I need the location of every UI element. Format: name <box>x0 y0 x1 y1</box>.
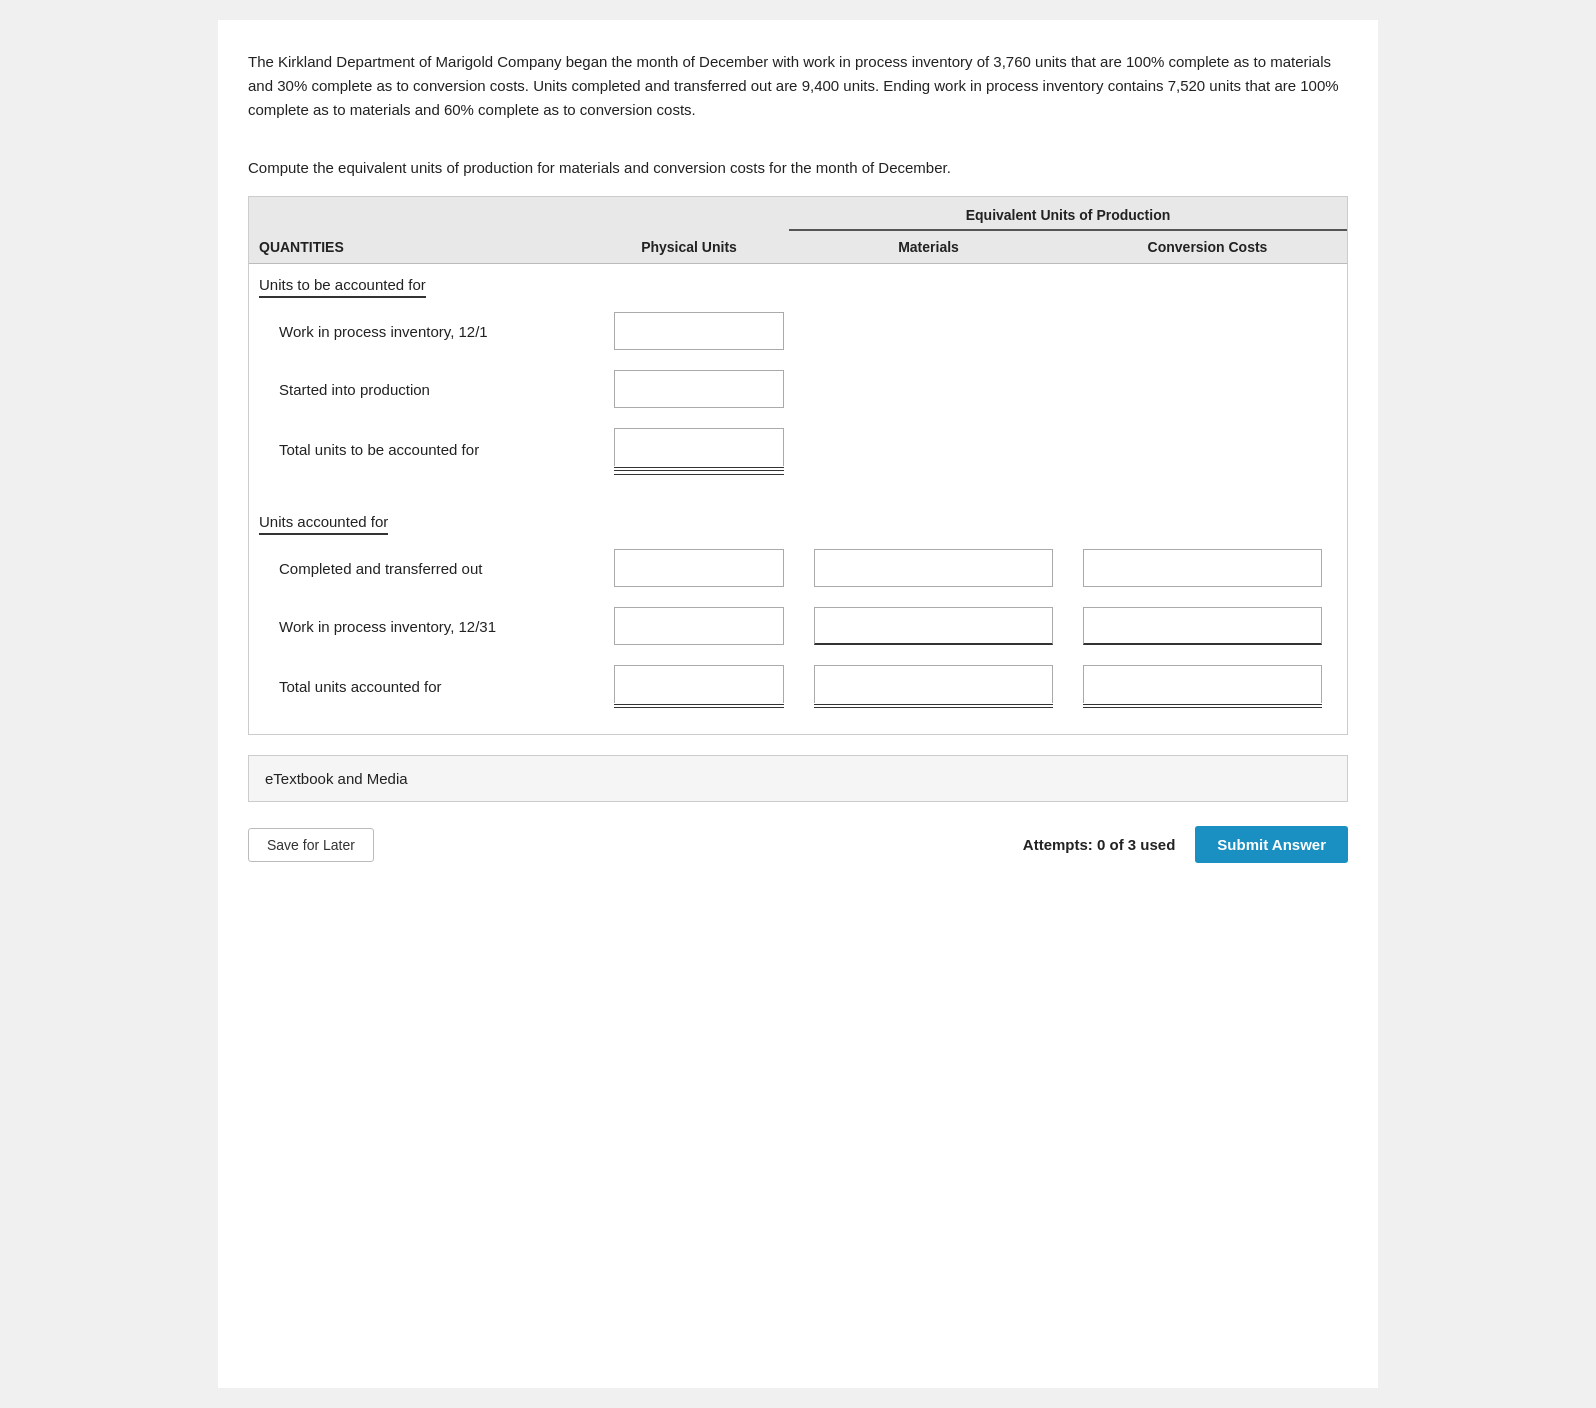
description-paragraph1: The Kirkland Department of Marigold Comp… <box>248 50 1348 122</box>
cell-wip-1231-materials <box>799 607 1068 645</box>
cell-wip-1231-physical <box>599 607 799 645</box>
eup-header: Equivalent Units of Production <box>789 197 1347 231</box>
input-wip-1231-physical[interactable] <box>614 607 784 645</box>
col-header-conversion: Conversion Costs <box>1068 231 1347 263</box>
row-wip-1231: Work in process inventory, 12/31 <box>249 597 1347 655</box>
row-started: Started into production <box>249 360 1347 418</box>
footer-bar: Save for Later Attempts: 0 of 3 used Sub… <box>248 812 1348 883</box>
label-completed: Completed and transferred out <box>259 560 599 577</box>
cell-wip-1231-conversion <box>1068 607 1337 645</box>
input-total-accounted-physical[interactable] <box>614 665 784 703</box>
input-wip-121-physical[interactable] <box>614 312 784 350</box>
input-wip-1231-materials[interactable] <box>814 607 1053 645</box>
input-completed-conversion[interactable] <box>1083 549 1322 587</box>
label-total-units-to-be: Total units to be accounted for <box>259 441 599 458</box>
row-completed: Completed and transferred out <box>249 539 1347 597</box>
cell-completed-conversion <box>1068 549 1337 587</box>
cell-started-physical <box>599 370 799 408</box>
etextbook-bar: eTextbook and Media <box>248 755 1348 802</box>
input-total-to-be-physical[interactable] <box>614 428 784 466</box>
cell-total-to-be-physical <box>599 428 799 471</box>
input-completed-materials[interactable] <box>814 549 1053 587</box>
input-completed-physical[interactable] <box>614 549 784 587</box>
quantities-table: Equivalent Units of Production QUANTITIE… <box>248 196 1348 735</box>
cell-completed-physical <box>599 549 799 587</box>
label-wip-1231: Work in process inventory, 12/31 <box>259 618 599 635</box>
input-total-accounted-materials[interactable] <box>814 665 1053 703</box>
cell-wip-121-physical <box>599 312 799 350</box>
col-header-materials: Materials <box>789 231 1068 263</box>
attempts-text: Attempts: 0 of 3 used <box>1023 836 1176 853</box>
submit-answer-button[interactable]: Submit Answer <box>1195 826 1348 863</box>
row-wip-121: Work in process inventory, 12/1 <box>249 302 1347 360</box>
etextbook-label: eTextbook and Media <box>265 770 408 787</box>
save-later-button[interactable]: Save for Later <box>248 828 374 862</box>
label-total-accounted: Total units accounted for <box>259 678 599 695</box>
section-units-accounted: Units accounted for <box>259 513 388 535</box>
cell-total-accounted-conversion <box>1068 665 1337 708</box>
row-total-units-to-be: Total units to be accounted for <box>249 418 1347 481</box>
compute-label: Compute the equivalent units of producti… <box>248 159 1348 176</box>
col-header-physical: Physical Units <box>589 231 789 263</box>
row-total-accounted: Total units accounted for <box>249 655 1347 718</box>
col-header-quantities: QUANTITIES <box>249 231 589 263</box>
input-wip-1231-conversion[interactable] <box>1083 607 1322 645</box>
cell-completed-materials <box>799 549 1068 587</box>
section-units-to-be: Units to be accounted for <box>259 276 426 298</box>
footer-right: Attempts: 0 of 3 used Submit Answer <box>1023 826 1348 863</box>
label-started: Started into production <box>259 381 599 398</box>
input-started-physical[interactable] <box>614 370 784 408</box>
label-wip-121: Work in process inventory, 12/1 <box>259 323 599 340</box>
input-total-accounted-conversion[interactable] <box>1083 665 1322 703</box>
cell-total-accounted-materials <box>799 665 1068 708</box>
cell-total-accounted-physical <box>599 665 799 708</box>
